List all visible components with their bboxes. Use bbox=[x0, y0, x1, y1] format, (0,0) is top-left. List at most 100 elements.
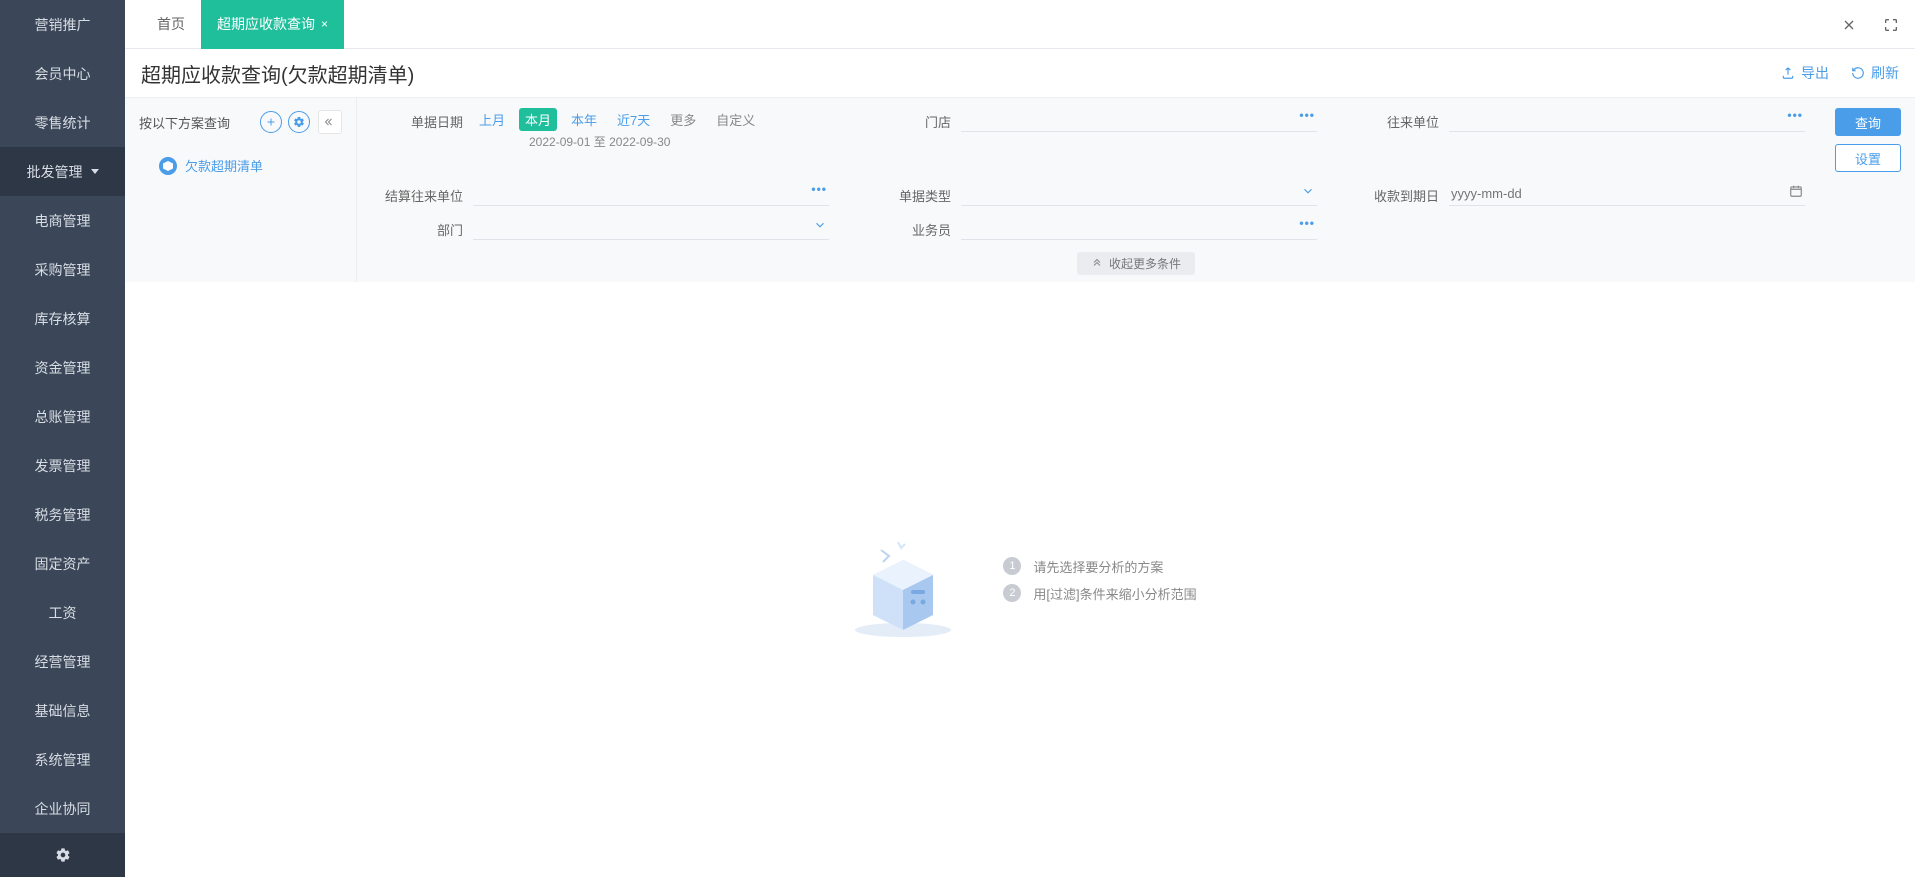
filter-settle-partner: 结算往来单位 ••• bbox=[371, 182, 829, 206]
department-select[interactable] bbox=[473, 216, 829, 240]
refresh-button[interactable]: 刷新 bbox=[1851, 63, 1899, 83]
date-custom[interactable]: 自定义 bbox=[710, 108, 761, 131]
filter-store: 门店 ••• bbox=[859, 108, 1317, 172]
gear-icon bbox=[293, 116, 305, 128]
page-title: 超期应收款查询(欠款超期清单) bbox=[141, 59, 414, 88]
sidebar-item-ecommerce[interactable]: 电商管理 bbox=[0, 196, 125, 245]
sidebar-item-marketing[interactable]: 营销推广 bbox=[0, 0, 125, 49]
collapse-scheme-button[interactable] bbox=[318, 110, 342, 134]
sidebar-item-member[interactable]: 会员中心 bbox=[0, 49, 125, 98]
filter-due-date: 收款到期日 bbox=[1347, 182, 1805, 206]
sidebar-item-enterprise[interactable]: 企业协同 bbox=[0, 784, 125, 833]
sidebar-item-system[interactable]: 系统管理 bbox=[0, 735, 125, 784]
step-number-2: 2 bbox=[1003, 584, 1021, 602]
title-row: 超期应收款查询(欠款超期清单) 导出 刷新 bbox=[125, 49, 1915, 97]
gear-icon bbox=[55, 847, 71, 863]
date-last-month[interactable]: 上月 bbox=[473, 108, 511, 131]
date-this-month[interactable]: 本月 bbox=[519, 108, 557, 131]
title-actions: 导出 刷新 bbox=[1781, 63, 1899, 83]
sidebar-item-retail-stats[interactable]: 零售统计 bbox=[0, 98, 125, 147]
salesman-lookup-icon[interactable]: ••• bbox=[1299, 216, 1315, 230]
filter-department: 部门 bbox=[371, 216, 829, 240]
tab-home[interactable]: 首页 bbox=[141, 0, 201, 49]
sidebar-item-fixed-assets[interactable]: 固定资产 bbox=[0, 539, 125, 588]
close-icon[interactable]: × bbox=[321, 17, 328, 31]
chevron-left-icon bbox=[324, 116, 336, 128]
tabbar: 首页 超期应收款查询 × bbox=[125, 0, 1915, 49]
step-number-1: 1 bbox=[1003, 557, 1021, 575]
date-range-display: 2022-09-01 至 2022-09-30 bbox=[473, 133, 829, 150]
doc-type-chevron-icon[interactable] bbox=[1301, 184, 1315, 201]
fullscreen-button[interactable] bbox=[1877, 11, 1905, 39]
date-this-year[interactable]: 本年 bbox=[565, 108, 603, 131]
sidebar-item-salary[interactable]: 工资 bbox=[0, 588, 125, 637]
sidebar-item-tax[interactable]: 税务管理 bbox=[0, 490, 125, 539]
scheme-header-label: 按以下方案查询 bbox=[139, 113, 230, 132]
tab-overdue-receivable[interactable]: 超期应收款查询 × bbox=[201, 0, 344, 49]
scheme-panel: 按以下方案查询 欠款超期清单 bbox=[125, 98, 357, 282]
partner-input[interactable] bbox=[1449, 108, 1805, 132]
filter-store-label: 门店 bbox=[859, 108, 951, 131]
export-button[interactable]: 导出 bbox=[1781, 63, 1829, 83]
sidebar: 营销推广 会员中心 零售统计 批发管理 电商管理 采购管理 库存核算 资金管理 … bbox=[0, 0, 125, 877]
scheme-item-label: 欠款超期清单 bbox=[185, 156, 263, 175]
empty-step-1: 1 请先选择要分析的方案 bbox=[1003, 557, 1196, 576]
empty-step-2: 2 用[过滤]条件来缩小分析范围 bbox=[1003, 584, 1196, 603]
settle-partner-lookup-icon[interactable]: ••• bbox=[811, 182, 827, 196]
filter-partner: 往来单位 ••• bbox=[1347, 108, 1805, 172]
sidebar-item-wholesale[interactable]: 批发管理 bbox=[0, 147, 125, 196]
store-lookup-icon[interactable]: ••• bbox=[1299, 108, 1315, 122]
sidebar-item-purchase[interactable]: 采购管理 bbox=[0, 245, 125, 294]
scheme-settings-button[interactable] bbox=[288, 111, 310, 133]
filter-due-date-label: 收款到期日 bbox=[1347, 182, 1439, 205]
settings-button[interactable]: 设置 bbox=[1835, 144, 1901, 172]
main: 首页 超期应收款查询 × 超期应收款查询(欠款超期清单) 导出 刷新 bbox=[125, 0, 1915, 877]
doc-type-select[interactable] bbox=[961, 182, 1317, 206]
empty-illustration bbox=[843, 520, 963, 640]
calendar-icon[interactable] bbox=[1789, 184, 1803, 201]
filter-salesman-label: 业务员 bbox=[859, 216, 951, 239]
collapse-filters-button[interactable]: 收起更多条件 bbox=[1077, 252, 1195, 275]
store-input[interactable] bbox=[961, 108, 1317, 132]
double-chevron-up-icon bbox=[1091, 257, 1103, 269]
department-chevron-icon[interactable] bbox=[813, 218, 827, 235]
filter-partner-label: 往来单位 bbox=[1347, 108, 1439, 131]
partner-lookup-icon[interactable]: ••• bbox=[1787, 108, 1803, 122]
filter-department-label: 部门 bbox=[371, 216, 463, 239]
date-last7[interactable]: 近7天 bbox=[611, 108, 656, 131]
export-icon bbox=[1781, 66, 1795, 80]
step-text-2: 用[过滤]条件来缩小分析范围 bbox=[1033, 584, 1196, 603]
date-preset-group: 上月 本月 本年 近7天 更多 自定义 bbox=[473, 108, 829, 131]
filter-area: 按以下方案查询 欠款超期清单 bbox=[125, 97, 1915, 282]
sidebar-item-ledger[interactable]: 总账管理 bbox=[0, 392, 125, 441]
sidebar-item-basic-info[interactable]: 基础信息 bbox=[0, 686, 125, 735]
filter-doc-type-label: 单据类型 bbox=[859, 182, 951, 205]
scheme-item-overdue-list[interactable]: 欠款超期清单 bbox=[139, 150, 342, 181]
filter-doc-date-label: 单据日期 bbox=[371, 108, 463, 131]
scheme-icon bbox=[159, 157, 177, 175]
filter-salesman: 业务员 ••• bbox=[859, 216, 1317, 240]
chevron-down-icon bbox=[91, 169, 99, 174]
due-date-input[interactable] bbox=[1449, 182, 1805, 206]
sidebar-items: 营销推广 会员中心 零售统计 批发管理 电商管理 采购管理 库存核算 资金管理 … bbox=[0, 0, 125, 833]
scheme-header-icons bbox=[260, 110, 342, 134]
sidebar-item-invoice[interactable]: 发票管理 bbox=[0, 441, 125, 490]
step-text-1: 请先选择要分析的方案 bbox=[1033, 557, 1163, 576]
date-more[interactable]: 更多 bbox=[664, 108, 702, 131]
filter-actions: 查询 设置 bbox=[1835, 108, 1901, 172]
scheme-header: 按以下方案查询 bbox=[139, 110, 342, 134]
collapse-bar: 收起更多条件 bbox=[371, 250, 1901, 276]
sidebar-settings[interactable] bbox=[0, 833, 125, 877]
sidebar-item-funds[interactable]: 资金管理 bbox=[0, 343, 125, 392]
query-button[interactable]: 查询 bbox=[1835, 108, 1901, 136]
tabbar-actions bbox=[1835, 0, 1905, 49]
salesman-input[interactable] bbox=[961, 216, 1317, 240]
sidebar-item-inventory[interactable]: 库存核算 bbox=[0, 294, 125, 343]
add-scheme-button[interactable] bbox=[260, 111, 282, 133]
filter-settle-partner-label: 结算往来单位 bbox=[371, 182, 463, 205]
filters-grid: 单据日期 上月 本月 本年 近7天 更多 自定义 2022-09-01 至 bbox=[357, 98, 1915, 282]
settle-partner-input[interactable] bbox=[473, 182, 829, 206]
empty-steps: 1 请先选择要分析的方案 2 用[过滤]条件来缩小分析范围 bbox=[1003, 549, 1196, 611]
sidebar-item-operations[interactable]: 经营管理 bbox=[0, 637, 125, 686]
close-all-button[interactable] bbox=[1835, 11, 1863, 39]
